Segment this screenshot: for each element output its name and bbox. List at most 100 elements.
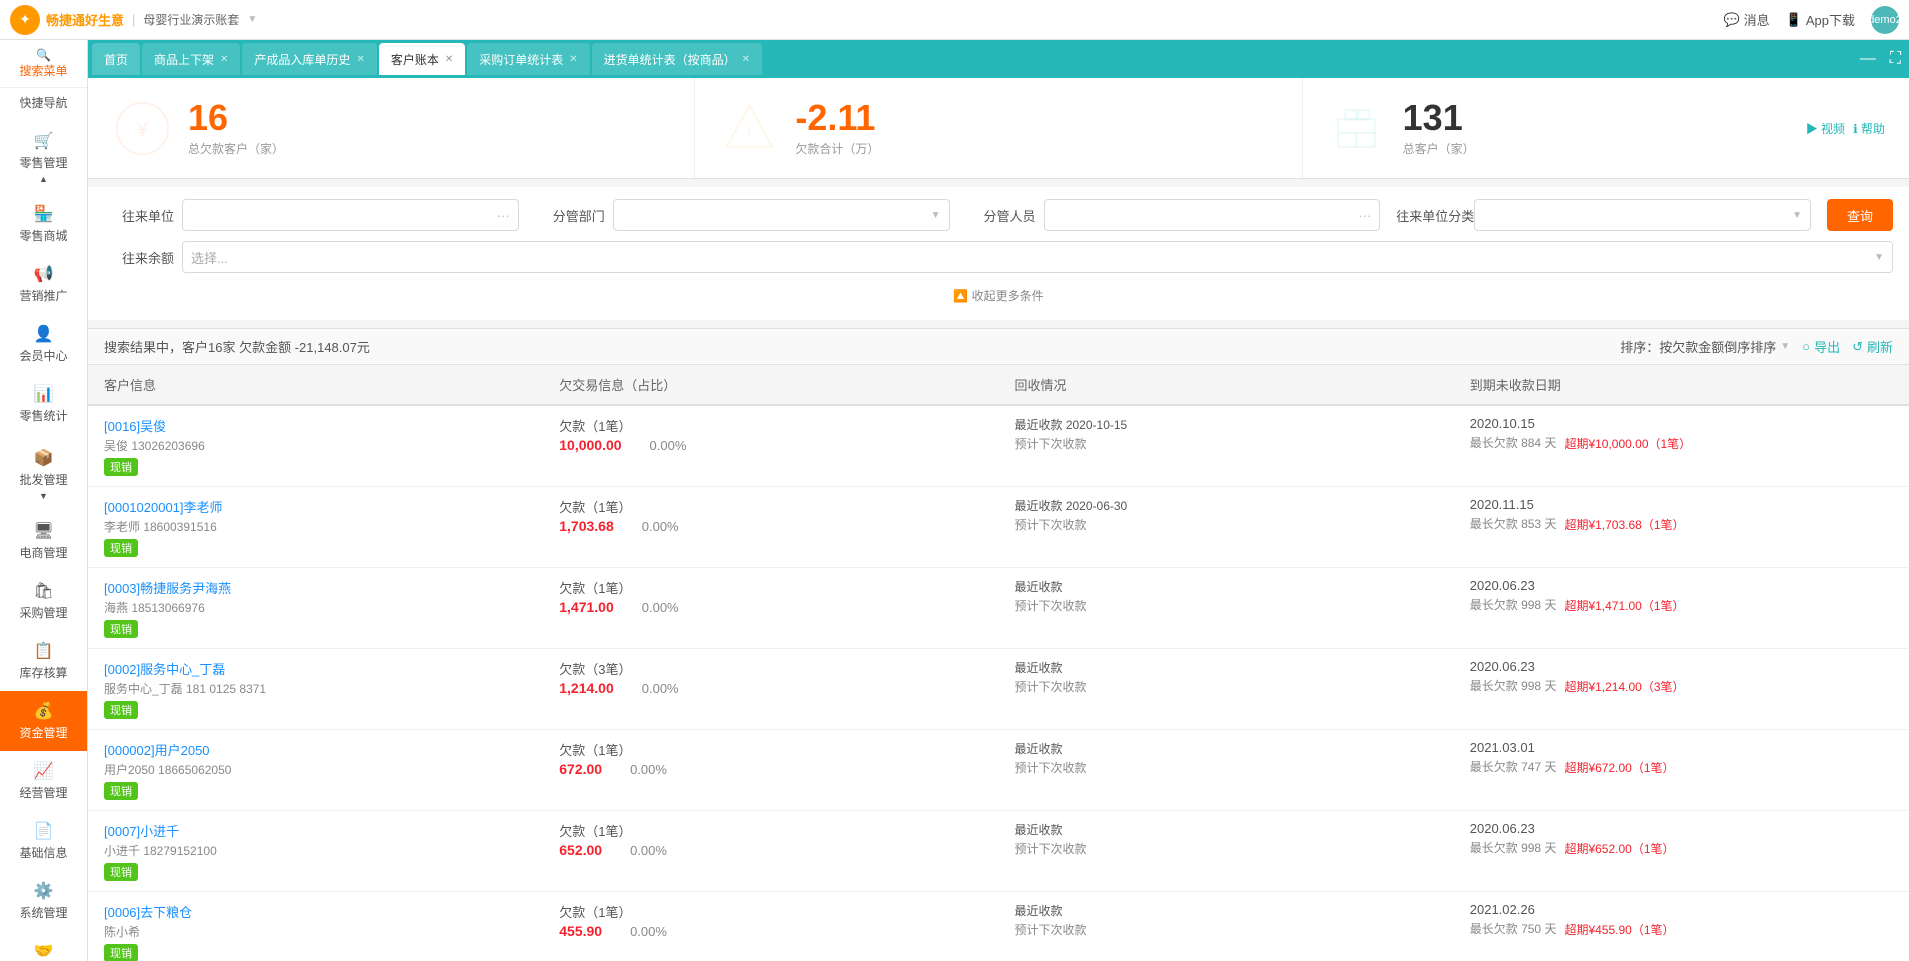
debt-amount-0: 10,000.00 bbox=[559, 437, 621, 453]
overdue-amount-0[interactable]: 超期¥10,000.00（1笔） bbox=[1564, 435, 1691, 452]
message-btn[interactable]: 💬 消息 bbox=[1723, 10, 1769, 29]
sidebar-item-purchase[interactable]: 🛍 采购管理 bbox=[0, 571, 87, 631]
search-button[interactable]: 查询 bbox=[1827, 199, 1893, 231]
debt-count-1: 欠款（1笔） bbox=[559, 497, 982, 516]
overdue-amount-3[interactable]: 超期¥1,214.00（3笔） bbox=[1564, 678, 1684, 695]
tab-customer-account[interactable]: 客户账本 ✕ bbox=[379, 43, 465, 75]
sidebar-item-batch-mgmt[interactable]: 📦 批发管理 ▼ bbox=[0, 438, 87, 511]
department-select[interactable]: ▼ bbox=[613, 199, 950, 231]
unit-category-select[interactable]: ▼ bbox=[1474, 199, 1811, 231]
sidebar-item-basic-info[interactable]: 📄 基础信息 bbox=[0, 811, 87, 871]
tab-close-purchase-order[interactable]: ✕ bbox=[569, 54, 577, 65]
td-due-4: 2021.03.01 最长欠款 747 天 超期¥672.00（1笔） bbox=[1454, 730, 1909, 810]
export-btn[interactable]: ○ 导出 bbox=[1802, 337, 1840, 356]
debt-percent-0: 0.00% bbox=[650, 438, 687, 453]
sidebar-item-retail-mgmt[interactable]: 🛒 零售管理 ▲ bbox=[0, 121, 87, 194]
td-customer-0: [0016]吴俊 吴俊 13026203696 现销 bbox=[88, 406, 543, 486]
from-unit-input[interactable]: ··· bbox=[182, 199, 519, 231]
balance-select[interactable]: 选择... ▼ bbox=[182, 241, 1893, 273]
sidebar-item-retail-stats[interactable]: 📊 零售统计 bbox=[0, 374, 87, 434]
tab-home[interactable]: 首页 bbox=[92, 43, 140, 75]
refresh-btn[interactable]: ↺ 刷新 bbox=[1852, 337, 1893, 356]
overdue-amount-1[interactable]: 超期¥1,703.68（1笔） bbox=[1564, 516, 1684, 533]
tab-inventory-stats[interactable]: 进货单统计表（按商品） ✕ bbox=[592, 43, 762, 75]
debt-count-5: 欠款（1笔） bbox=[559, 821, 982, 840]
user-avatar[interactable]: demo2 bbox=[1871, 6, 1899, 34]
due-date-0: 2020.10.15 bbox=[1470, 416, 1893, 431]
due-date-5: 2020.06.23 bbox=[1470, 821, 1893, 836]
from-unit-field[interactable] bbox=[191, 208, 497, 223]
sidebar-item-finance[interactable]: 💰 资金管理 bbox=[0, 691, 87, 751]
unit-category-chevron: ▼ bbox=[1792, 210, 1802, 221]
sidebar-item-enterprise-collab[interactable]: 🤝 企业协同 bbox=[0, 931, 87, 961]
sort-select[interactable]: 排序：按欠款金额倒序排序 ▼ bbox=[1620, 337, 1790, 356]
sidebar-item-operations[interactable]: 📈 经营管理 bbox=[0, 751, 87, 811]
sidebar-item-system[interactable]: ⚙️ 系统管理 bbox=[0, 871, 87, 931]
help-btn[interactable]: ℹ 帮助 bbox=[1853, 120, 1885, 137]
manager-input[interactable]: ··· bbox=[1044, 199, 1381, 231]
stat-card-customers: ¥ 16 总欠款客户（家） bbox=[88, 78, 695, 178]
tab-close-products-off[interactable]: ✕ bbox=[220, 54, 228, 65]
debt-amount-1: 1,703.68 bbox=[559, 518, 614, 534]
tab-close-product-inbound[interactable]: ✕ bbox=[356, 54, 364, 65]
tab-maximize-btn[interactable]: ⛶ bbox=[1886, 50, 1905, 68]
tab-products-off[interactable]: 商品上下架 ✕ bbox=[142, 43, 240, 75]
customer-contact-3: 服务中心_丁磊 181 0125 8371 bbox=[104, 680, 527, 697]
from-unit-dots[interactable]: ··· bbox=[497, 208, 510, 223]
debt-amount-3: 1,214.00 bbox=[559, 680, 614, 696]
results-info: 搜索结果中，客户16家 欠款金额 -21,148.07元 排序：按欠款金额倒序排… bbox=[88, 328, 1909, 365]
filter-from-unit: 往来单位 ··· bbox=[104, 199, 519, 231]
collection-next-6: 预计下次收款 bbox=[1015, 921, 1438, 938]
tab-minimize-btn[interactable]: — bbox=[1856, 50, 1880, 68]
customer-name-5[interactable]: [0007]小进千 bbox=[104, 821, 527, 840]
tenant-dropdown-icon[interactable]: ▼ bbox=[247, 14, 257, 25]
sidebar-item-marketing[interactable]: 📢 营销推广 bbox=[0, 254, 87, 314]
filter-department: 分管部门 ▼ bbox=[535, 199, 950, 231]
td-customer-3: [0002]服务中心_丁磊 服务中心_丁磊 181 0125 8371 现销 bbox=[88, 649, 543, 729]
manager-dots[interactable]: ··· bbox=[1358, 208, 1371, 223]
avatar: demo2 bbox=[1871, 6, 1899, 34]
debt-percent-3: 0.00% bbox=[642, 681, 679, 696]
sidebar-quick-nav[interactable]: 快捷导航 bbox=[0, 88, 87, 117]
overdue-amount-5[interactable]: 超期¥652.00（1笔） bbox=[1564, 840, 1674, 857]
customer-name-1[interactable]: [0001020001]李老师 bbox=[104, 497, 527, 516]
stat-card-total: 131 总客户（家） ▶ 视频 ℹ 帮助 bbox=[1303, 78, 1909, 178]
sidebar-item-ecommerce[interactable]: 🖥 电商管理 bbox=[0, 511, 87, 571]
customer-name-4[interactable]: [000002]用户2050 bbox=[104, 740, 527, 759]
manager-field[interactable] bbox=[1053, 208, 1359, 223]
tab-close-inventory-stats[interactable]: ✕ bbox=[742, 54, 750, 65]
customer-name-3[interactable]: [0002]服务中心_丁磊 bbox=[104, 659, 527, 678]
sidebar-item-member[interactable]: 👤 会员中心 bbox=[0, 314, 87, 374]
filter-manager: 分管人员 ··· bbox=[966, 199, 1381, 231]
sidebar: 🔍 搜索菜单 快捷导航 🛒 零售管理 ▲ 🏪 零售商城 📢 营销推广 👤 会员中… bbox=[0, 40, 88, 961]
overdue-amount-4[interactable]: 超期¥672.00（1笔） bbox=[1564, 759, 1674, 776]
overdue-amount-2[interactable]: 超期¥1,471.00（1笔） bbox=[1564, 597, 1684, 614]
collection-last-4: 最近收款 bbox=[1015, 740, 1438, 757]
customer-tag-2: 现销 bbox=[104, 620, 138, 638]
sidebar-search[interactable]: 🔍 搜索菜单 bbox=[0, 40, 87, 88]
collapse-btn[interactable]: 🔼 收起更多条件 bbox=[104, 283, 1893, 308]
logo-text: 畅捷通好生意 bbox=[46, 10, 124, 29]
collection-last-5: 最近收款 bbox=[1015, 821, 1438, 838]
tab-close-customer-account[interactable]: ✕ bbox=[445, 54, 453, 65]
overdue-amount-6[interactable]: 超期¥455.90（1笔） bbox=[1564, 921, 1674, 938]
sidebar-item-inventory[interactable]: 📋 库存核算 bbox=[0, 631, 87, 691]
customer-name-6[interactable]: [0006]去下粮仓 bbox=[104, 902, 527, 921]
app-download-btn[interactable]: 📱 App下载 bbox=[1786, 10, 1855, 29]
filter-row-2: 往来余额 选择... ▼ bbox=[104, 241, 1893, 273]
tab-product-inbound[interactable]: 产成品入库单历史 ✕ bbox=[242, 43, 376, 75]
tenant-name[interactable]: 母婴行业演示账套 bbox=[143, 11, 239, 28]
table-row: [0001020001]李老师 李老师 18600391516 现销 欠款（1笔… bbox=[88, 487, 1909, 568]
view-video-btn[interactable]: ▶ 视频 bbox=[1806, 120, 1845, 137]
customer-name-0[interactable]: [0016]吴俊 bbox=[104, 416, 527, 435]
department-label: 分管部门 bbox=[535, 206, 605, 225]
enterprise-collab-icon: 🤝 bbox=[34, 941, 54, 961]
batch-mgmt-icon: 📦 bbox=[34, 448, 54, 468]
message-icon: 💬 bbox=[1723, 12, 1739, 28]
phone-icon: 📱 bbox=[1786, 12, 1802, 28]
customer-contact-6: 陈小希 bbox=[104, 923, 527, 940]
sidebar-item-retail-mall[interactable]: 🏪 零售商城 bbox=[0, 194, 87, 254]
tab-purchase-order[interactable]: 采购订单统计表 ✕ bbox=[467, 43, 589, 75]
customer-name-2[interactable]: [0003]畅捷服务尹海燕 bbox=[104, 578, 527, 597]
td-collection-6: 最近收款 预计下次收款 bbox=[999, 892, 1454, 961]
